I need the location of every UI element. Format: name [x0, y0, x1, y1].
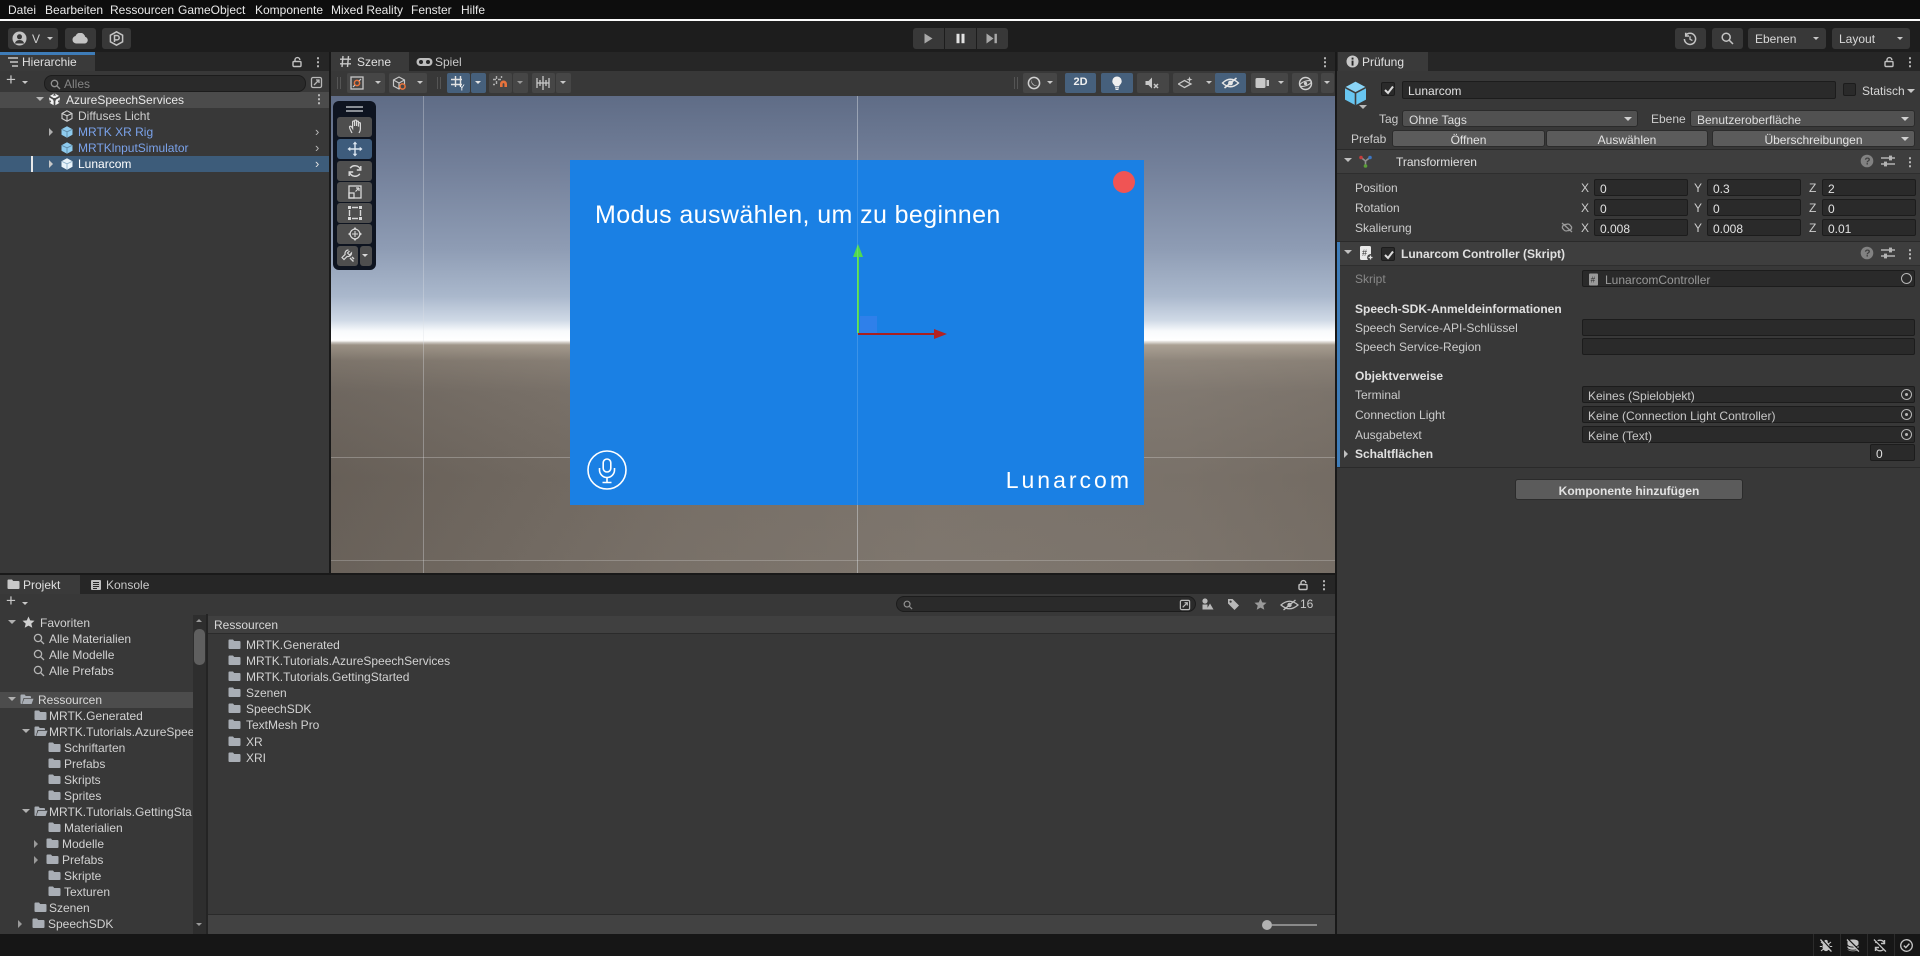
svg-text:Y: Y — [459, 83, 465, 92]
svg-text:?: ? — [1864, 249, 1870, 260]
svg-text:#: # — [1362, 248, 1367, 258]
svg-text:#: # — [1591, 276, 1596, 285]
svg-text:?: ? — [1864, 157, 1870, 168]
